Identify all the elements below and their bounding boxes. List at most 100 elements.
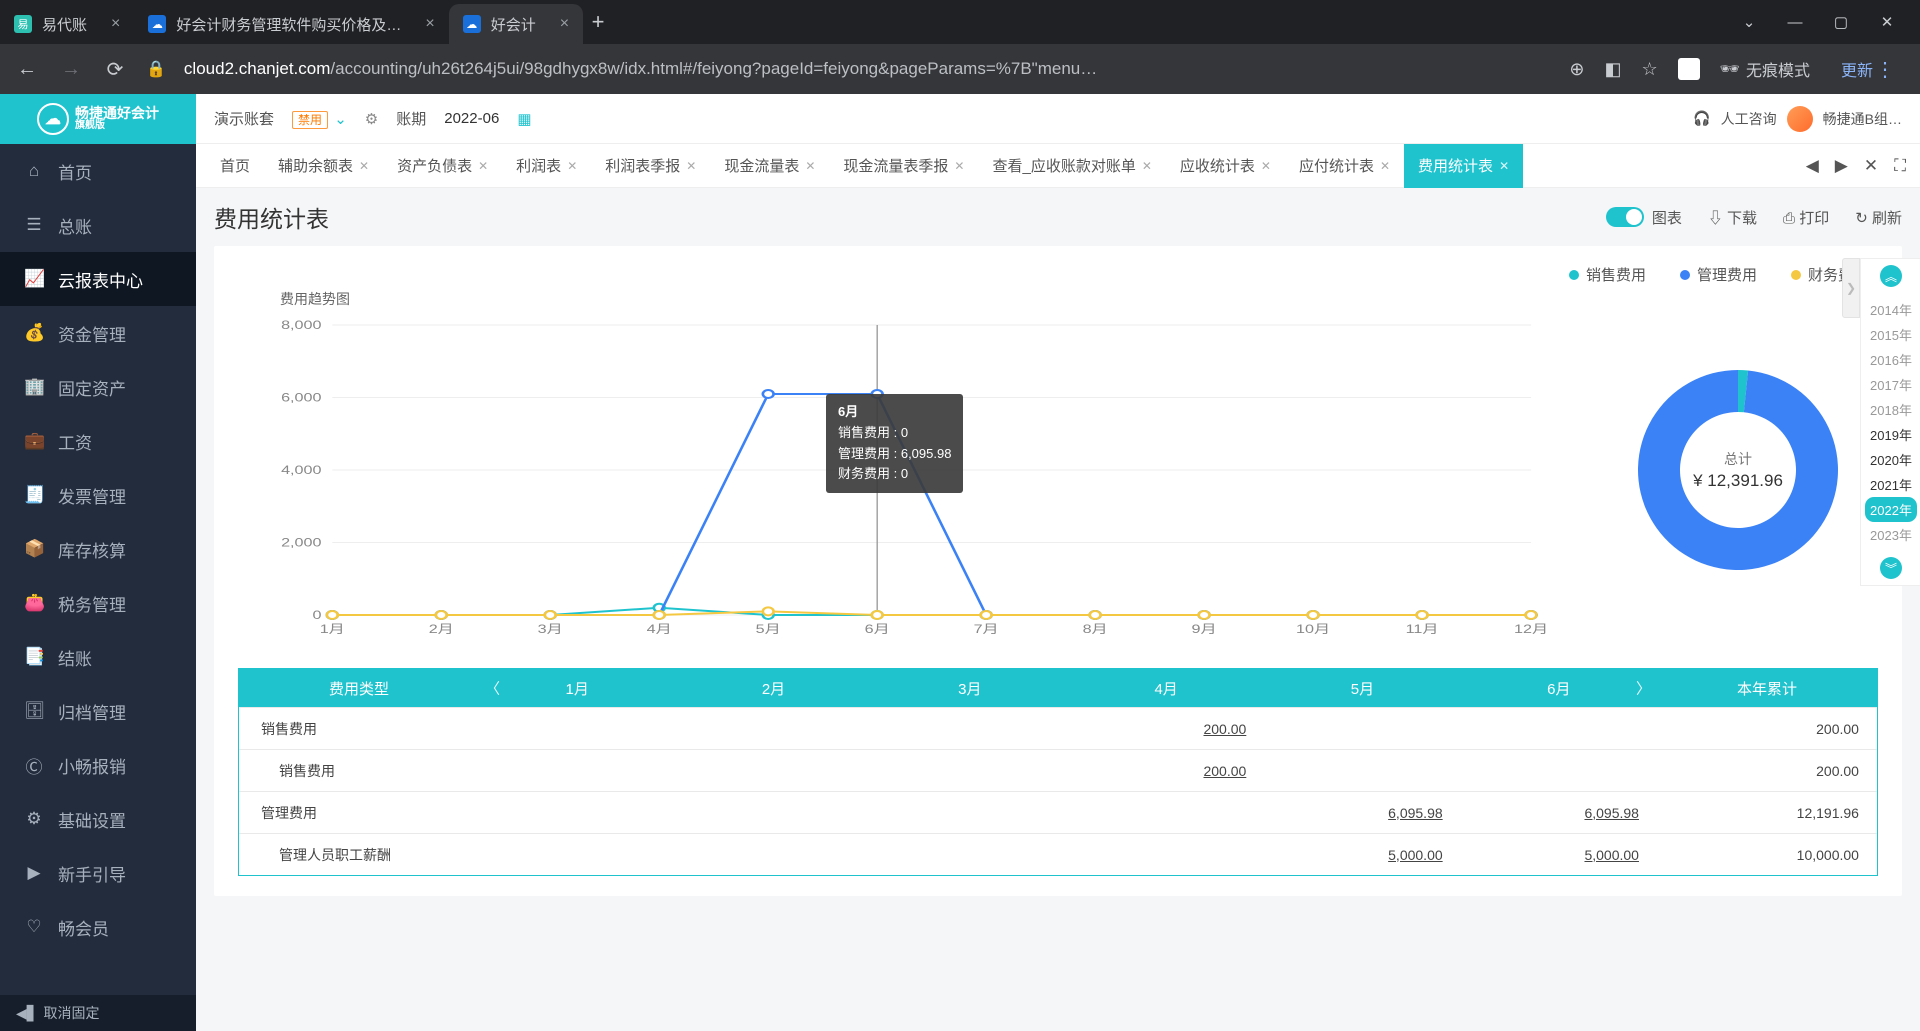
brand-logo[interactable]: ☁ 畅捷通好会计 旗舰版 bbox=[0, 94, 196, 144]
year-option[interactable]: 2020年 bbox=[1865, 447, 1917, 472]
cell[interactable]: 6,095.98 bbox=[1264, 805, 1460, 821]
close-icon[interactable]: ✕ bbox=[1499, 159, 1509, 173]
sidebar-item[interactable]: 📑结账 bbox=[0, 630, 196, 684]
zoom-icon[interactable]: ⊕ bbox=[1569, 59, 1584, 80]
gear-icon[interactable]: ⚙ bbox=[365, 110, 378, 128]
cell[interactable]: 200.00 bbox=[1068, 721, 1264, 737]
content-tab[interactable]: 应收统计表✕ bbox=[1166, 144, 1285, 188]
year-up-icon[interactable]: ︽ bbox=[1880, 265, 1902, 287]
year-option[interactable]: 2018年 bbox=[1865, 397, 1917, 422]
sidebar-item[interactable]: 📦库存核算 bbox=[0, 522, 196, 576]
close-icon[interactable]: × bbox=[425, 15, 434, 33]
sidebar-item[interactable]: 💼工资 bbox=[0, 414, 196, 468]
year-option[interactable]: 2014年 bbox=[1865, 297, 1917, 322]
support-link[interactable]: 人工咨询 bbox=[1721, 109, 1777, 129]
account-name[interactable]: 演示账套 bbox=[214, 108, 274, 129]
sidebar-item[interactable]: 🏢固定资产 bbox=[0, 360, 196, 414]
content-tab[interactable]: 首页 bbox=[206, 144, 264, 188]
close-icon[interactable]: ✕ bbox=[359, 159, 369, 173]
panel-collapse-handle[interactable]: ❯ bbox=[1842, 258, 1860, 318]
tabs-prev-icon[interactable]: ◀ bbox=[1806, 156, 1819, 176]
lock-icon[interactable]: 🔒 bbox=[146, 59, 166, 79]
star-icon[interactable]: ☆ bbox=[1642, 59, 1658, 80]
sidebar-item[interactable]: 💰资金管理 bbox=[0, 306, 196, 360]
close-icon[interactable]: ✕ bbox=[1261, 159, 1271, 173]
menu-icon: 📦 bbox=[24, 539, 44, 559]
browser-tab[interactable]: ☁ 好会计财务管理软件购买价格及… × bbox=[134, 4, 448, 44]
trend-chart[interactable]: 费用趋势图 02,0004,0006,0008,0001月2月3月4月5月6月7… bbox=[238, 289, 1558, 650]
close-icon[interactable]: ✕ bbox=[954, 159, 964, 173]
close-icon[interactable]: ✕ bbox=[686, 159, 696, 173]
sidebar-item[interactable]: ☰总账 bbox=[0, 198, 196, 252]
browser-tab[interactable]: 易 易代账 × bbox=[0, 4, 134, 44]
close-icon[interactable]: ✕ bbox=[805, 159, 815, 173]
sidebar-item[interactable]: 🧾发票管理 bbox=[0, 468, 196, 522]
sidebar-item[interactable]: ⌂首页 bbox=[0, 144, 196, 198]
back-icon[interactable]: ← bbox=[14, 58, 40, 81]
user-name[interactable]: 畅捷通B组… bbox=[1823, 109, 1902, 129]
close-icon[interactable]: × bbox=[111, 15, 120, 33]
sidebar-item[interactable]: ▶新手引导 bbox=[0, 846, 196, 900]
download-button[interactable]: ⇩ 下载 bbox=[1708, 207, 1757, 228]
sidebar-item[interactable]: ⚙基础设置 bbox=[0, 792, 196, 846]
disable-tag[interactable]: 禁用 ⌄ bbox=[292, 110, 347, 128]
year-option[interactable]: 2021年 bbox=[1865, 472, 1917, 497]
extension-icon[interactable]: ◧ bbox=[1605, 59, 1622, 80]
close-icon[interactable]: ✕ bbox=[1142, 159, 1152, 173]
sidebar-item[interactable]: Ⓒ小畅报销 bbox=[0, 738, 196, 792]
prev-month-icon[interactable]: 〈 bbox=[485, 678, 500, 699]
window-close-icon[interactable]: ✕ bbox=[1864, 5, 1910, 39]
year-option[interactable]: 2023年 bbox=[1865, 522, 1917, 547]
donut-chart[interactable]: 总计¥ 12,391.96 bbox=[1598, 289, 1878, 650]
sidebar-item[interactable]: ♡畅会员 bbox=[0, 900, 196, 954]
maximize-icon[interactable]: ▢ bbox=[1818, 5, 1864, 39]
reload-icon[interactable]: ⟳ bbox=[102, 57, 128, 82]
content-tab[interactable]: 利润表季报✕ bbox=[591, 144, 710, 188]
close-icon[interactable]: ✕ bbox=[1380, 159, 1390, 173]
year-option[interactable]: 2015年 bbox=[1865, 322, 1917, 347]
year-option[interactable]: 2016年 bbox=[1865, 347, 1917, 372]
close-icon[interactable]: × bbox=[560, 15, 569, 33]
tabs-expand-icon[interactable]: ⛶ bbox=[1894, 156, 1906, 176]
close-icon[interactable]: ✕ bbox=[478, 159, 488, 173]
close-icon[interactable]: ✕ bbox=[567, 159, 577, 173]
year-option[interactable]: 2017年 bbox=[1865, 372, 1917, 397]
minimize-icon[interactable]: — bbox=[1772, 5, 1818, 39]
sidebar-item[interactable]: 🗄归档管理 bbox=[0, 684, 196, 738]
cell[interactable]: 5,000.00 bbox=[1264, 847, 1460, 863]
cell[interactable]: 5,000.00 bbox=[1461, 847, 1657, 863]
url-text[interactable]: cloud2.chanjet.com/accounting/uh26t264j5… bbox=[184, 59, 1551, 79]
content-tab[interactable]: 现金流量表✕ bbox=[710, 144, 829, 188]
caret-down-icon[interactable]: ⌄ bbox=[1726, 5, 1772, 39]
refresh-button[interactable]: ↻ 刷新 bbox=[1855, 207, 1902, 228]
chart-toggle[interactable] bbox=[1606, 207, 1644, 227]
svg-text:11月: 11月 bbox=[1406, 623, 1439, 636]
cell[interactable]: 200.00 bbox=[1068, 763, 1264, 779]
tabs-next-icon[interactable]: ▶ bbox=[1835, 156, 1848, 176]
sidebar-pin-toggle[interactable]: ◀▋ 取消固定 bbox=[0, 995, 196, 1031]
year-option[interactable]: 2019年 bbox=[1865, 422, 1917, 447]
year-down-icon[interactable]: ︾ bbox=[1880, 557, 1902, 579]
browser-tab-active[interactable]: ☁ 好会计 × bbox=[449, 4, 583, 44]
year-option[interactable]: 2022年 bbox=[1865, 497, 1917, 522]
avatar[interactable] bbox=[1787, 106, 1813, 132]
content-tab[interactable]: 利润表✕ bbox=[502, 144, 591, 188]
puzzle-icon[interactable] bbox=[1678, 58, 1700, 80]
next-month-icon[interactable]: 〉 bbox=[1636, 678, 1651, 699]
period-value[interactable]: 2022-06 bbox=[444, 110, 499, 127]
new-tab-button[interactable]: + bbox=[583, 9, 613, 35]
update-button[interactable]: 更新 ⋮ bbox=[1830, 51, 1906, 88]
sidebar-item[interactable]: 📈云报表中心 bbox=[0, 252, 196, 306]
content-tab[interactable]: 应付统计表✕ bbox=[1285, 144, 1404, 188]
print-button[interactable]: ⎙ 打印 bbox=[1783, 207, 1829, 228]
content-tab[interactable]: 现金流量表季报✕ bbox=[829, 144, 978, 188]
content-tab[interactable]: 资产负债表✕ bbox=[383, 144, 502, 188]
forward-icon[interactable]: → bbox=[58, 58, 84, 81]
content-tab[interactable]: 查看_应收账款对账单✕ bbox=[978, 144, 1165, 188]
sidebar-item[interactable]: 👛税务管理 bbox=[0, 576, 196, 630]
content-tab[interactable]: 辅助余额表✕ bbox=[264, 144, 383, 188]
cell[interactable]: 6,095.98 bbox=[1461, 805, 1657, 821]
tabs-close-icon[interactable]: ✕ bbox=[1864, 156, 1878, 176]
calendar-icon[interactable]: ▦ bbox=[517, 110, 531, 128]
content-tab[interactable]: 费用统计表✕ bbox=[1404, 144, 1523, 188]
